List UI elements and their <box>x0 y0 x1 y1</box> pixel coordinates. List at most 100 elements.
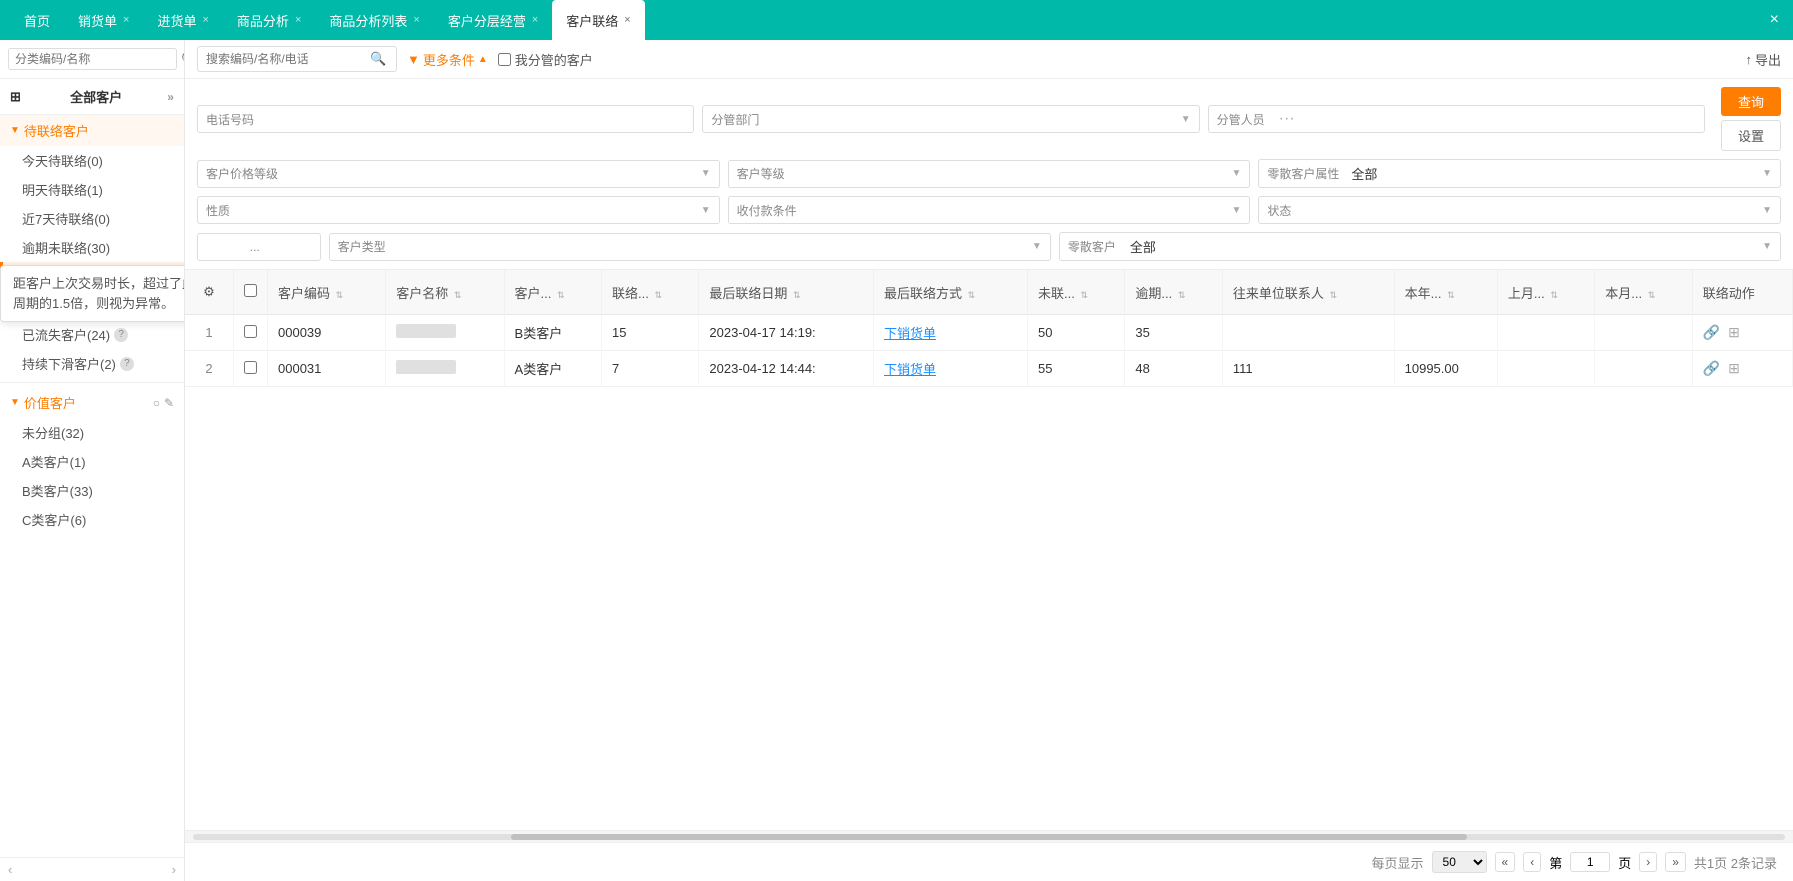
chevron-right-icon[interactable]: › <box>172 862 176 877</box>
my-customers-check[interactable] <box>498 53 511 66</box>
cell-type: A类客户 <box>504 351 601 387</box>
close-all-button[interactable]: × <box>1770 11 1779 29</box>
grid-action-icon[interactable]: ⊞ <box>1728 324 1740 341</box>
th-last-contact-date[interactable]: 最后联络日期 ⇅ <box>699 270 874 315</box>
sidebar-search-input[interactable] <box>8 48 177 70</box>
row-checkbox[interactable] <box>234 351 268 387</box>
th-last-contact-method[interactable]: 最后联络方式 ⇅ <box>874 270 1028 315</box>
prev-page-button[interactable]: ‹ <box>1523 852 1541 872</box>
group-title-pending[interactable]: ▼ 待联络客户 <box>0 115 184 146</box>
page-number-input[interactable] <box>1570 852 1610 872</box>
sidebar-search-icon[interactable]: 🔍 <box>181 51 185 68</box>
close-icon[interactable]: × <box>123 14 129 26</box>
first-page-button[interactable]: « <box>1495 852 1516 872</box>
retail-customer-field[interactable]: 零散客户 全部 ▼ <box>1059 232 1781 261</box>
chevron-down-icon: ▼ <box>1231 168 1241 179</box>
scroll-track[interactable] <box>193 834 1785 840</box>
circle-icon[interactable]: ○ <box>153 396 160 410</box>
th-contacts[interactable]: 往来单位联系人 ⇅ <box>1222 270 1394 315</box>
grid-action-icon[interactable]: ⊞ <box>1728 360 1740 377</box>
row-checkbox[interactable] <box>234 315 268 351</box>
th-customer-type[interactable]: 客户... ⇅ <box>504 270 601 315</box>
row-select-checkbox[interactable] <box>244 325 257 338</box>
nav-tab-home[interactable]: 首页 <box>10 0 64 40</box>
gender-field[interactable]: 性质 ▼ <box>197 196 720 224</box>
sidebar-item-ungroup[interactable]: 未分组(32) <box>0 418 184 447</box>
next-page-button[interactable]: › <box>1639 852 1657 872</box>
nav-tab-analysis-list[interactable]: 商品分析列表 × <box>315 0 433 40</box>
sidebar-item-class-c[interactable]: C类客户(6) <box>0 505 184 534</box>
sidebar-item-churned[interactable]: 已流失客户(24) ? <box>0 320 184 349</box>
th-settings: ⚙ <box>185 270 234 315</box>
customer-type-field[interactable]: 客户类型 ▼ <box>329 233 1051 261</box>
tab-label: 客户分层经营 <box>448 11 526 30</box>
th-contact-count[interactable]: 联络... ⇅ <box>601 270 698 315</box>
select-all-checkbox[interactable] <box>244 284 257 297</box>
help-icon: ? <box>120 357 134 371</box>
phone-field[interactable]: 电话号码 <box>197 105 694 133</box>
chevron-left-icon[interactable]: ‹ <box>8 862 12 877</box>
row-select-checkbox[interactable] <box>244 361 257 374</box>
query-button[interactable]: 查询 <box>1721 87 1781 116</box>
close-icon[interactable]: × <box>202 14 208 26</box>
th-overdue[interactable]: 逾期... ⇅ <box>1125 270 1222 315</box>
payment-field[interactable]: 收付款条件 ▼ <box>728 196 1251 224</box>
nav-tab-purchase[interactable]: 进货单 × <box>143 0 222 40</box>
sidebar-item-tomorrow[interactable]: 明天待联络(1) <box>0 175 184 204</box>
link-action-icon[interactable]: 🔗 <box>1703 360 1720 377</box>
cell-last-method[interactable]: 下销货单 <box>874 351 1028 387</box>
cell-type: B类客户 <box>504 315 601 351</box>
sidebar-group-value-customer[interactable]: ▼ 价值客户 ○ ✎ <box>0 387 184 418</box>
page-label2: 页 <box>1618 853 1631 872</box>
nav-tab-customer-segment[interactable]: 客户分层经营 × <box>434 0 552 40</box>
filter-row-4: ... 客户类型 ▼ 零散客户 全部 ▼ <box>197 232 1781 261</box>
setting-button[interactable]: 设置 <box>1721 120 1781 151</box>
horizontal-scrollbar[interactable] <box>185 830 1793 842</box>
export-button[interactable]: ↑ 导出 <box>1745 50 1781 69</box>
sidebar-item-7days[interactable]: 近7天待联络(0) <box>0 204 184 233</box>
more-icon[interactable]: ··· <box>1275 110 1299 128</box>
retail-attr-field[interactable]: 零散客户属性 全部 ▼ <box>1258 159 1781 188</box>
sidebar-item-today[interactable]: 今天待联络(0) <box>0 146 184 175</box>
page-total: 共1页 2条记录 <box>1694 853 1777 872</box>
nav-tab-sales[interactable]: 销货单 × <box>64 0 143 40</box>
price-level-field[interactable]: 客户价格等级 ▼ <box>197 160 720 188</box>
th-this-month[interactable]: 本月... ⇅ <box>1595 270 1692 315</box>
th-year-amount[interactable]: 本年... ⇅ <box>1394 270 1497 315</box>
nav-tab-analysis[interactable]: 商品分析 × <box>223 0 315 40</box>
th-uncontacted[interactable]: 未联... ⇅ <box>1027 270 1124 315</box>
close-icon[interactable]: × <box>624 14 630 26</box>
search-input[interactable] <box>206 52 366 66</box>
close-icon[interactable]: × <box>295 14 301 26</box>
content-area: 🔍 ▼ 更多条件 ▲ 我分管的客户 ↑ 导出 电话号码 <box>185 40 1793 881</box>
my-customers-checkbox[interactable]: 我分管的客户 <box>498 50 593 69</box>
per-page-select[interactable]: 50 100 <box>1432 851 1487 873</box>
th-last-month[interactable]: 上月... ⇅ <box>1497 270 1594 315</box>
close-icon[interactable]: × <box>532 14 538 26</box>
customer-level-field[interactable]: 客户等级 ▼ <box>728 160 1251 188</box>
th-customer-name[interactable]: 客户名称 ⇅ <box>386 270 504 315</box>
more-conditions-button[interactable]: ▼ 更多条件 ▲ <box>407 50 488 69</box>
last-page-button[interactable]: » <box>1665 852 1686 872</box>
sidebar-item-overdue[interactable]: 逾期未联络(30) <box>0 233 184 262</box>
department-field[interactable]: 分管部门 ▼ <box>702 105 1199 133</box>
nav-tab-customer-contact[interactable]: 客户联络 × <box>552 0 644 40</box>
more-dots-field[interactable]: ... <box>197 233 321 261</box>
customer-table: ⚙ 客户编码 ⇅ 客户名称 ⇅ <box>185 270 1793 387</box>
filter-row-2: 客户价格等级 ▼ 客户等级 ▼ 零散客户属性 全部 ▼ <box>197 159 1781 188</box>
status-field[interactable]: 状态 ▼ <box>1258 196 1781 224</box>
table-settings-icon[interactable]: ⚙ <box>195 278 223 306</box>
th-customer-code[interactable]: 客户编码 ⇅ <box>268 270 386 315</box>
collapse-button[interactable]: » <box>167 90 174 104</box>
sidebar-item-class-b[interactable]: B类客户(33) <box>0 476 184 505</box>
link-action-icon[interactable]: 🔗 <box>1703 324 1720 341</box>
manager-field[interactable]: 分管人员 ··· <box>1208 105 1705 133</box>
sidebar-item-declining[interactable]: 持续下滑客户(2) ? <box>0 349 184 378</box>
sidebar-item-class-a[interactable]: A类客户(1) <box>0 447 184 476</box>
edit-icon[interactable]: ✎ <box>164 396 174 410</box>
filter-row-1: 电话号码 分管部门 ▼ 分管人员 ··· 查询 设置 <box>197 87 1781 151</box>
close-icon[interactable]: × <box>413 14 419 26</box>
scroll-thumb[interactable] <box>511 834 1466 840</box>
sidebar-all-customers[interactable]: ⊞ 全部客户 » <box>0 79 184 115</box>
cell-last-method[interactable]: 下销货单 <box>874 315 1028 351</box>
